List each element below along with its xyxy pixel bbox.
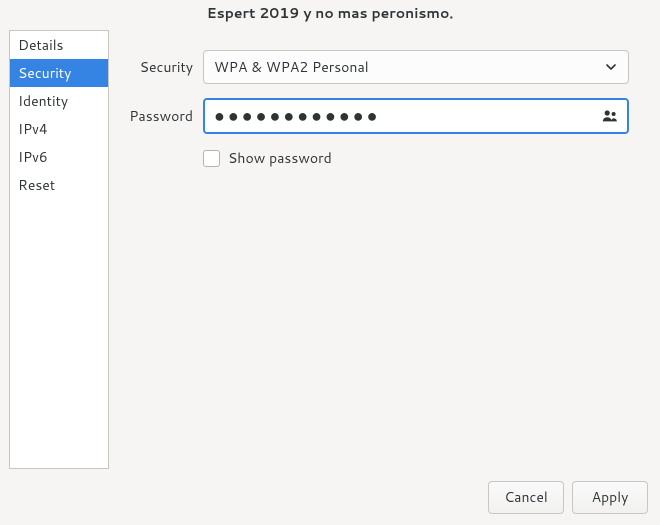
password-row: Password ●●●●●●●●●●●● — [123, 98, 629, 134]
password-input[interactable]: ●●●●●●●●●●●● — [203, 98, 629, 134]
sidebar-item-ipv4[interactable]: IPv4 — [10, 115, 108, 143]
sidebar-item-label: Security — [18, 63, 71, 83]
sidebar-item-details[interactable]: Details — [10, 31, 108, 59]
action-bar: Cancel Apply — [0, 469, 660, 525]
sidebar-item-security[interactable]: Security — [10, 59, 108, 87]
password-control-wrap: ●●●●●●●●●●●● — [203, 98, 629, 134]
sidebar-item-label: Identity — [18, 91, 68, 111]
chevron-down-icon — [606, 62, 616, 72]
show-password-row: Show password — [203, 148, 629, 168]
cancel-button[interactable]: Cancel — [488, 481, 564, 514]
network-settings-window: Espert 2019 y no mas peronismo. Details … — [0, 0, 660, 525]
window-title: Espert 2019 y no mas peronismo. — [0, 0, 660, 26]
cancel-button-label: Cancel — [504, 487, 548, 507]
security-row: Security WPA & WPA2 Personal — [123, 50, 629, 84]
sidebar-item-identity[interactable]: Identity — [10, 87, 108, 115]
content-area: Details Security Identity IPv4 IPv6 Rese… — [0, 26, 660, 469]
security-combo-value: WPA & WPA2 Personal — [214, 57, 369, 77]
security-label: Security — [123, 57, 193, 77]
password-mask: ●●●●●●●●●●●● — [214, 107, 380, 125]
sidebar-item-label: Reset — [18, 175, 55, 195]
sidebar-item-label: Details — [18, 35, 64, 55]
show-password-label[interactable]: Show password — [228, 148, 332, 168]
sidebar: Details Security Identity IPv4 IPv6 Rese… — [9, 30, 109, 469]
main-pane: Security WPA & WPA2 Personal Password ●●… — [109, 30, 651, 469]
sidebar-item-label: IPv4 — [18, 119, 48, 139]
window-title-text: Espert 2019 y no mas peronismo. — [207, 3, 454, 23]
apply-button[interactable]: Apply — [572, 481, 648, 514]
users-icon[interactable] — [602, 108, 618, 124]
sidebar-item-reset[interactable]: Reset — [10, 171, 108, 199]
sidebar-item-label: IPv6 — [18, 147, 48, 167]
sidebar-item-ipv6[interactable]: IPv6 — [10, 143, 108, 171]
show-password-checkbox[interactable] — [203, 150, 220, 167]
security-control-wrap: WPA & WPA2 Personal — [203, 50, 629, 84]
apply-button-label: Apply — [592, 487, 629, 507]
security-combo[interactable]: WPA & WPA2 Personal — [203, 50, 629, 84]
password-label: Password — [123, 106, 193, 126]
